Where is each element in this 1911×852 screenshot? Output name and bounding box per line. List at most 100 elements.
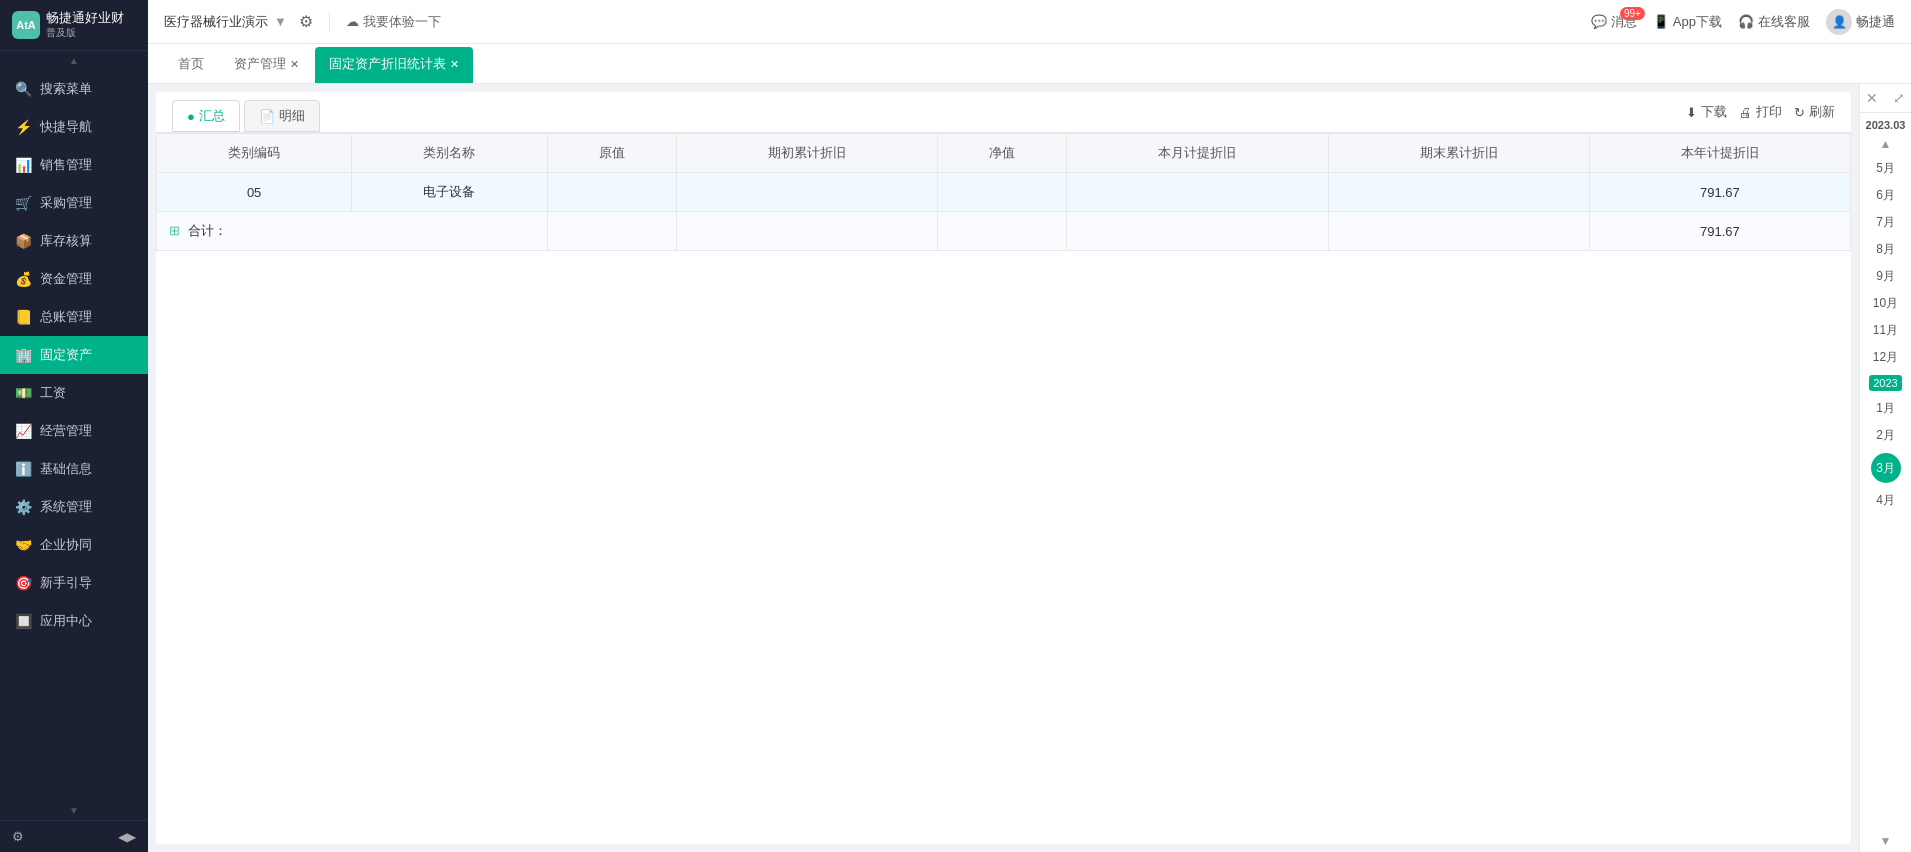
settings-icon[interactable]: ⚙ bbox=[12, 829, 24, 844]
tab-home-label: 首页 bbox=[178, 55, 204, 73]
sidebar-item-finance[interactable]: 💰 资金管理 bbox=[0, 260, 148, 298]
panel-month-5[interactable]: 5月 bbox=[1860, 155, 1911, 182]
panel-month-12[interactable]: 12月 bbox=[1860, 344, 1911, 371]
notifications-badge: 99+ bbox=[1620, 7, 1645, 20]
right-panel: ✕ ⤢ 2023.03 ▲ 5月 6月 7月 8月 9月 10月 11月 12月… bbox=[1859, 84, 1911, 852]
panel-month-3-selected[interactable]: 3月 bbox=[1871, 453, 1901, 483]
panel-expand-button[interactable]: ⤢ bbox=[1893, 90, 1905, 106]
sidebar-item-newbie[interactable]: 🎯 新手引导 bbox=[0, 564, 148, 602]
user-label: 畅捷通 bbox=[1856, 13, 1895, 31]
panel-year-label: 2023.03 bbox=[1860, 113, 1911, 133]
topbar-right: 💬 消息 99+ 📱 App下载 🎧 在线客服 👤 畅捷通 bbox=[1591, 9, 1895, 35]
sidebar-item-label: 企业协同 bbox=[40, 536, 92, 554]
sidebar-item-fixed-assets[interactable]: 🏢 固定资产 bbox=[0, 336, 148, 374]
table-row: 05 电子设备 791.67 bbox=[157, 173, 1851, 212]
user-menu[interactable]: 👤 畅捷通 bbox=[1826, 9, 1895, 35]
system-icon: ⚙️ bbox=[14, 499, 32, 515]
tab-depreciation[interactable]: 固定资产折旧统计表 ✕ bbox=[315, 47, 473, 83]
tab-asset-mgmt-close[interactable]: ✕ bbox=[290, 58, 299, 71]
print-label: 打印 bbox=[1756, 103, 1782, 121]
refresh-button[interactable]: ↻ 刷新 bbox=[1794, 103, 1835, 121]
sidebar-item-collab[interactable]: 🤝 企业协同 bbox=[0, 526, 148, 564]
print-icon: 🖨 bbox=[1739, 105, 1752, 120]
panel-month-6[interactable]: 6月 bbox=[1860, 182, 1911, 209]
panel-scroll: 5月 6月 7月 8月 9月 10月 11月 12月 2023 1月 2月 3月… bbox=[1860, 155, 1911, 830]
sum-original bbox=[547, 212, 676, 251]
app-download-button[interactable]: 📱 App下载 bbox=[1653, 13, 1722, 31]
sidebar-item-app-center[interactable]: 🔲 应用中心 bbox=[0, 602, 148, 640]
panel-month-10[interactable]: 10月 bbox=[1860, 290, 1911, 317]
quicknav-icon: ⚡ bbox=[14, 119, 32, 135]
tab-depreciation-close[interactable]: ✕ bbox=[450, 58, 459, 71]
year-2023-badge[interactable]: 2023 bbox=[1869, 375, 1901, 391]
company-name: 医疗器械行业演示 bbox=[164, 13, 268, 31]
notifications-button[interactable]: 💬 消息 99+ bbox=[1591, 13, 1637, 31]
experience-label: 我要体验一下 bbox=[363, 13, 441, 31]
sidebar-item-sales[interactable]: 📊 销售管理 bbox=[0, 146, 148, 184]
panel-month-8[interactable]: 8月 bbox=[1860, 236, 1911, 263]
panel-month-7[interactable]: 7月 bbox=[1860, 209, 1911, 236]
notification-icon: 💬 bbox=[1591, 14, 1607, 29]
sidebar-item-ledger[interactable]: 📒 总账管理 bbox=[0, 298, 148, 336]
tab-asset-mgmt[interactable]: 资产管理 ✕ bbox=[220, 47, 313, 83]
tab-depreciation-label: 固定资产折旧统计表 bbox=[329, 55, 446, 73]
operations-icon: 📈 bbox=[14, 423, 32, 439]
sidebar-toggle-icon[interactable]: ◀▶ bbox=[118, 830, 136, 844]
panel-close-button[interactable]: ✕ bbox=[1866, 90, 1878, 106]
customer-service-label: 在线客服 bbox=[1758, 13, 1810, 31]
sidebar-item-system[interactable]: ⚙️ 系统管理 bbox=[0, 488, 148, 526]
sidebar-item-label: 快捷导航 bbox=[40, 118, 92, 136]
row-net-value bbox=[938, 173, 1067, 212]
panel-scroll-down-btn[interactable]: ▼ bbox=[1860, 830, 1911, 852]
sidebar-item-label: 库存核算 bbox=[40, 232, 92, 250]
sidebar-item-inventory[interactable]: 📦 库存核算 bbox=[0, 222, 148, 260]
collab-icon: 🤝 bbox=[14, 537, 32, 553]
subtab-summary[interactable]: ● 汇总 bbox=[172, 100, 240, 132]
panel-month-4[interactable]: 4月 bbox=[1860, 487, 1911, 514]
download-button[interactable]: ⬇ 下载 bbox=[1686, 103, 1727, 121]
finance-icon: 💰 bbox=[14, 271, 32, 287]
table-area: 类别编码 类别名称 原值 期初累计折旧 净值 本月计提折旧 期末累计折旧 本年计… bbox=[156, 133, 1851, 844]
settings-gear-icon[interactable]: ⚙ bbox=[299, 12, 313, 31]
app-center-icon: 🔲 bbox=[14, 613, 32, 629]
sidebar-item-search[interactable]: 🔍 搜索菜单 bbox=[0, 70, 148, 108]
sidebar-scroll-up[interactable]: ▲ bbox=[0, 51, 148, 70]
sidebar-item-purchase[interactable]: 🛒 采购管理 bbox=[0, 184, 148, 222]
company-dropdown-icon: ▼ bbox=[274, 14, 287, 29]
sidebar-item-basic-info[interactable]: ℹ️ 基础信息 bbox=[0, 450, 148, 488]
logo-sub: 普及版 bbox=[46, 26, 124, 40]
panel-month-11[interactable]: 11月 bbox=[1860, 317, 1911, 344]
sidebar-item-label: 总账管理 bbox=[40, 308, 92, 326]
sales-icon: 📊 bbox=[14, 157, 32, 173]
panel-month-1[interactable]: 1月 bbox=[1860, 395, 1911, 422]
subtab-detail[interactable]: 📄 明细 bbox=[244, 100, 320, 132]
basic-info-icon: ℹ️ bbox=[14, 461, 32, 477]
row-original bbox=[547, 173, 676, 212]
sidebar-item-quick-nav[interactable]: ⚡ 快捷导航 bbox=[0, 108, 148, 146]
sidebar-item-label: 新手引导 bbox=[40, 574, 92, 592]
print-button[interactable]: 🖨 打印 bbox=[1739, 103, 1782, 121]
logo-text-block: 畅捷通好业财 普及版 bbox=[46, 10, 124, 40]
sidebar-scroll-down[interactable]: ▼ bbox=[0, 801, 148, 820]
panel-scroll-up-btn[interactable]: ▲ bbox=[1860, 133, 1911, 155]
content-main: ● 汇总 📄 明细 ⬇ 下载 🖨 打印 bbox=[156, 92, 1851, 844]
experience-icon: ☁ bbox=[346, 14, 359, 29]
sidebar-item-salary[interactable]: 💵 工资 bbox=[0, 374, 148, 412]
subtab-summary-label: 汇总 bbox=[199, 107, 225, 125]
sidebar-item-label: 工资 bbox=[40, 384, 66, 402]
experience-button[interactable]: ☁ 我要体验一下 bbox=[346, 13, 441, 31]
panel-month-9[interactable]: 9月 bbox=[1860, 263, 1911, 290]
sidebar-item-operations[interactable]: 📈 经营管理 bbox=[0, 412, 148, 450]
col-initial-acc: 期初累计折旧 bbox=[676, 134, 937, 173]
content-area: ● 汇总 📄 明细 ⬇ 下载 🖨 打印 bbox=[148, 84, 1911, 852]
customer-service-button[interactable]: 🎧 在线客服 bbox=[1738, 13, 1810, 31]
table-header-row: 类别编码 类别名称 原值 期初累计折旧 净值 本月计提折旧 期末累计折旧 本年计… bbox=[157, 134, 1851, 173]
panel-month-2[interactable]: 2月 bbox=[1860, 422, 1911, 449]
tab-home[interactable]: 首页 bbox=[164, 47, 218, 83]
main-area: 医疗器械行业演示 ▼ ⚙ ☁ 我要体验一下 💬 消息 99+ 📱 App下载 🎧… bbox=[148, 0, 1911, 852]
inventory-icon: 📦 bbox=[14, 233, 32, 249]
col-net-value: 净值 bbox=[938, 134, 1067, 173]
sidebar-item-label: 销售管理 bbox=[40, 156, 92, 174]
row-initial-acc bbox=[676, 173, 937, 212]
company-selector[interactable]: 医疗器械行业演示 ▼ bbox=[164, 13, 287, 31]
